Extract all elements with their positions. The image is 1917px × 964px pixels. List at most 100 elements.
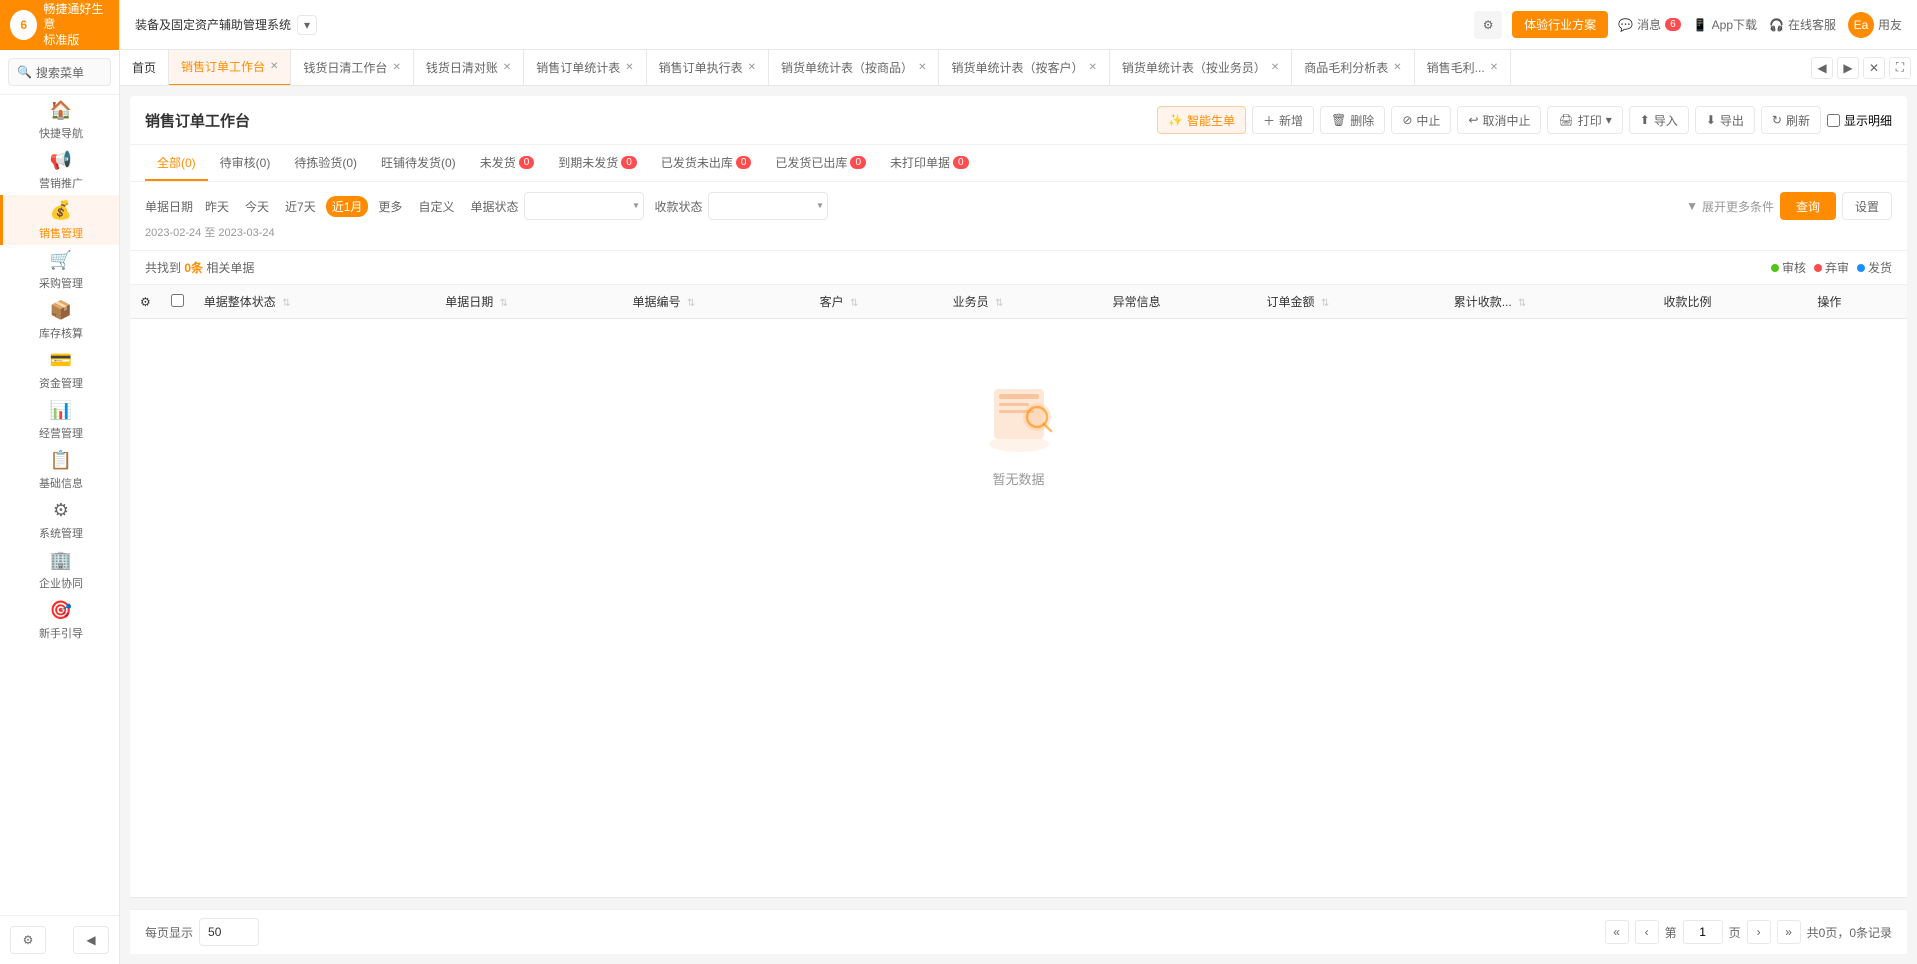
per-page-select[interactable]: 10 20 50 100 [199, 918, 259, 946]
col-checkbox[interactable] [161, 285, 194, 319]
batch-ship-button[interactable]: 发货 [1857, 259, 1892, 276]
filter-tab-wangpu[interactable]: 旺铺待发货(0) [369, 145, 468, 181]
message-button[interactable]: 💬 消息 6 [1618, 16, 1681, 33]
batch-audit-button[interactable]: 审核 [1771, 259, 1806, 276]
filter-tab-shipped-no-outstock[interactable]: 已发货未出库 0 [649, 145, 764, 181]
add-button[interactable]: ＋ 新增 [1252, 106, 1314, 134]
tab-cash-daily-close[interactable]: ✕ [392, 62, 400, 73]
col-amount[interactable]: 订单金额 ⇅ [1256, 285, 1443, 319]
tab-sales-margin-close[interactable]: ✕ [1490, 62, 1498, 73]
tab-close-all-button[interactable]: ✕ [1863, 57, 1885, 79]
date-7days[interactable]: 近7天 [279, 196, 322, 217]
sidebar-item-quick-nav[interactable]: 🏠 快捷导航 [0, 95, 119, 145]
tab-goods-stats[interactable]: 销货单统计表（按商品） ✕ [769, 50, 939, 86]
sidebar-search-button[interactable]: 🔍 搜索菜单 [8, 58, 111, 86]
marketing-label: 营销推广 [39, 175, 83, 191]
filter-tab-all[interactable]: 全部(0) [145, 145, 208, 181]
delete-button[interactable]: 🗑 删除 [1320, 106, 1385, 134]
app-download-button[interactable]: 📱 App下载 [1693, 16, 1757, 33]
tab-sales-exec[interactable]: 销售订单执行表 ✕ [647, 50, 769, 86]
date-more[interactable]: 更多 [372, 196, 408, 217]
tab-sales-workbench-close[interactable]: ✕ [270, 61, 278, 72]
sidebar-collapse-button[interactable]: ◀ [73, 926, 109, 954]
col-ratio: 收款比例 [1654, 285, 1808, 319]
prev-page-button[interactable]: ‹ [1635, 920, 1659, 944]
tab-goods-stats-close[interactable]: ✕ [918, 62, 926, 73]
date-today[interactable]: 今天 [239, 196, 275, 217]
filter-tab-overdue[interactable]: 到期未发货 0 [546, 145, 649, 181]
col-status[interactable]: 单据整体状态 ⇅ [194, 285, 436, 319]
system-dropdown[interactable]: ▾ [297, 15, 317, 35]
sidebar-item-basic-info[interactable]: 📋 基础信息 [0, 445, 119, 495]
date-1month[interactable]: 近1月 [326, 196, 369, 217]
tab-next-button[interactable]: ▶ [1837, 57, 1859, 79]
sidebar-item-enterprise[interactable]: 🏢 企业协同 [0, 545, 119, 595]
date-yesterday[interactable]: 昨天 [199, 196, 235, 217]
sidebar-item-inventory[interactable]: 📦 库存核算 [0, 295, 119, 345]
tab-staff-stats-close[interactable]: ✕ [1271, 62, 1279, 73]
tab-margin-analysis-close[interactable]: ✕ [1393, 62, 1401, 73]
col-staff[interactable]: 业务员 ⇅ [943, 285, 1103, 319]
sidebar-item-operations[interactable]: 📊 经营管理 [0, 395, 119, 445]
tab-customer-stats[interactable]: 销货单统计表（按客户） ✕ [939, 50, 1109, 86]
col-customer[interactable]: 客户 ⇅ [810, 285, 943, 319]
status-select[interactable] [524, 192, 644, 220]
ai-generate-button[interactable]: ✨ 智能生单 [1157, 106, 1246, 134]
tab-home[interactable]: 首页 [120, 50, 169, 86]
online-service-button[interactable]: 🎧 在线客服 [1769, 16, 1836, 33]
sidebar-item-sales[interactable]: 💰 销售管理 [0, 195, 119, 245]
col-number[interactable]: 单据编号 ⇅ [622, 285, 809, 319]
topbar-settings-button[interactable]: ⚙ [1474, 11, 1502, 39]
tab-cash-daily[interactable]: 钱货日清工作台 ✕ [291, 50, 413, 86]
first-page-button[interactable]: « [1605, 920, 1629, 944]
tab-reconcile[interactable]: 钱货日清对账 ✕ [414, 50, 524, 86]
tab-prev-button[interactable]: ◀ [1811, 57, 1833, 79]
last-page-button[interactable]: » [1777, 920, 1801, 944]
next-page-button[interactable]: › [1747, 920, 1771, 944]
tab-staff-stats[interactable]: 销货单统计表（按业务员） ✕ [1110, 50, 1292, 86]
tab-customer-stats-close[interactable]: ✕ [1088, 62, 1096, 73]
sidebar-item-guide[interactable]: 🎯 新手引导 [0, 595, 119, 645]
settings-button[interactable]: 设置 [1842, 192, 1892, 220]
tab-sales-margin[interactable]: 销售毛利... ✕ [1415, 50, 1511, 86]
show-detail-input[interactable] [1827, 114, 1840, 127]
show-detail-checkbox[interactable]: 显示明细 [1827, 112, 1892, 129]
refresh-button[interactable]: ↻ 刷新 [1761, 106, 1821, 134]
export-button[interactable]: ⬇ 导出 [1695, 106, 1755, 134]
expand-conditions-button[interactable]: ▼ 展开更多条件 [1686, 198, 1774, 215]
filter-tab-pending-audit[interactable]: 待审核(0) [208, 145, 283, 181]
filter-tab-unprinted[interactable]: 未打印单据 0 [878, 145, 981, 181]
query-button[interactable]: 查询 [1780, 192, 1836, 220]
tab-fullscreen-button[interactable]: ⛶ [1889, 57, 1911, 79]
import-button[interactable]: ⬆ 导入 [1629, 106, 1689, 134]
payment-select[interactable] [708, 192, 828, 220]
filter-tab-shipped-outstock[interactable]: 已发货已出库 0 [763, 145, 878, 181]
cancel-stop-button[interactable]: ↩ 取消中止 [1457, 106, 1541, 134]
filter-tab-pending-inspect[interactable]: 待拣验货(0) [282, 145, 369, 181]
col-date[interactable]: 单据日期 ⇅ [435, 285, 622, 319]
sidebar-item-system[interactable]: ⚙ 系统管理 [0, 495, 119, 545]
sidebar-item-marketing[interactable]: 📢 营销推广 [0, 145, 119, 195]
stop-button[interactable]: ⊘ 中止 [1391, 106, 1451, 134]
col-staff-label: 业务员 [953, 295, 989, 309]
tab-reconcile-close[interactable]: ✕ [503, 62, 511, 73]
tab-sales-stats-close[interactable]: ✕ [625, 62, 633, 73]
col-collected[interactable]: 累计收款... ⇅ [1444, 285, 1654, 319]
date-custom[interactable]: 自定义 [412, 196, 460, 217]
filter-tab-unshipped[interactable]: 未发货 0 [468, 145, 547, 181]
select-all-checkbox[interactable] [171, 294, 184, 307]
col-settings[interactable]: ⚙ [130, 285, 161, 319]
sidebar-settings-button[interactable]: ⚙ [10, 926, 46, 954]
tab-sales-stats[interactable]: 销售订单统计表 ✕ [524, 50, 646, 86]
page-number-input[interactable] [1683, 920, 1723, 944]
horizontal-scrollbar[interactable] [130, 897, 1907, 909]
solution-button[interactable]: 体验行业方案 [1512, 11, 1608, 38]
batch-cancel-button[interactable]: 弃审 [1814, 259, 1849, 276]
tab-sales-workbench[interactable]: 销售订单工作台 ✕ [169, 50, 291, 86]
tab-margin-analysis[interactable]: 商品毛利分析表 ✕ [1292, 50, 1414, 86]
user-menu[interactable]: Ea 用友 [1848, 12, 1902, 38]
sidebar-item-finance[interactable]: 💳 资金管理 [0, 345, 119, 395]
tab-sales-exec-close[interactable]: ✕ [748, 62, 756, 73]
sidebar-item-purchase[interactable]: 🛒 采购管理 [0, 245, 119, 295]
print-button[interactable]: 🖨 打印 ▾ [1547, 106, 1622, 134]
